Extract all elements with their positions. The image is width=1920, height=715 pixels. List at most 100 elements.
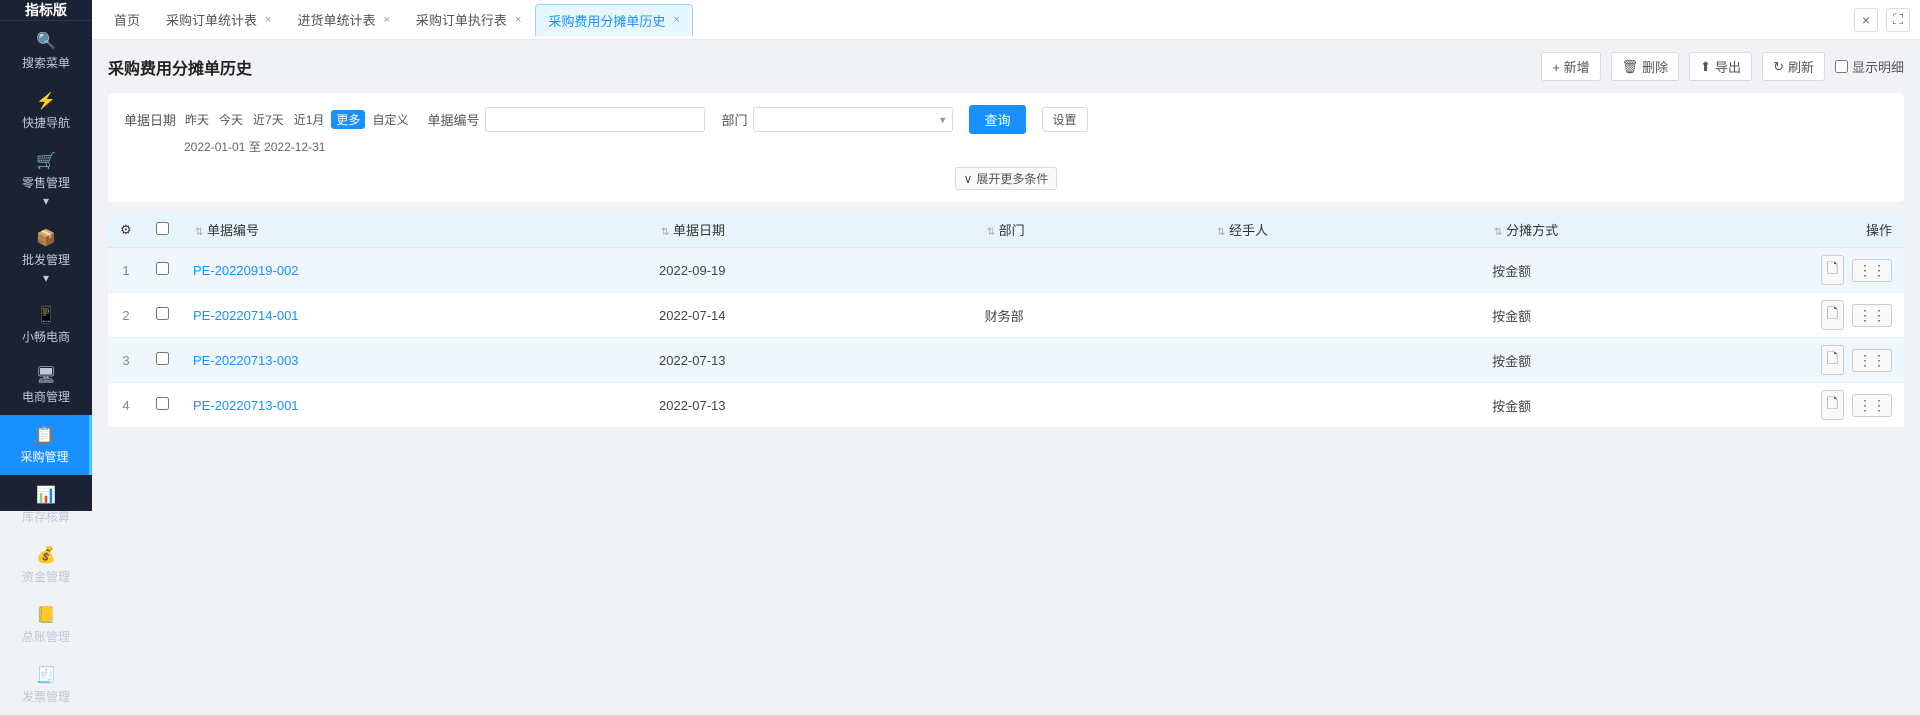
doc-number-input[interactable] [485, 107, 705, 132]
row-split-method: 按金额 [1480, 248, 1804, 293]
date-shortcut-7days[interactable]: 近7天 [250, 110, 287, 129]
tab-close-icon[interactable]: × [383, 14, 389, 26]
sidebar-item-stock[interactable]: 📊 库存核算 [0, 475, 92, 535]
row-handler [1203, 293, 1480, 338]
date-range-value: 2022-01-01 至 2022-12-31 [184, 140, 325, 154]
tab-bar: 首页 采购订单统计表 × 进货单统计表 × 采购订单执行表 × 采购费用分摊单历… [92, 0, 1920, 40]
row-doc-date: 2022-07-13 [647, 338, 973, 383]
tab-close-icon[interactable]: × [673, 14, 679, 26]
date-shortcut-1month[interactable]: 近1月 [291, 110, 328, 129]
doc-number-link[interactable]: PE-20220714-001 [193, 308, 299, 323]
more-actions-button[interactable]: ⋮⋮ [1852, 394, 1892, 417]
sidebar-item-wholesale[interactable]: 📦 批发管理 ▾ [0, 218, 92, 295]
row-select-checkbox[interactable] [156, 262, 169, 275]
row-select-checkbox[interactable] [156, 307, 169, 320]
sidebar-item-label: 小畅电商 [22, 328, 70, 345]
table-header-row: ⚙ ⇅ 单据编号 ⇅ 单据日期 [108, 212, 1904, 248]
delete-button[interactable]: 🗑 删除 [1611, 52, 1680, 81]
gear-icon[interactable]: ⚙ [120, 222, 132, 237]
more-actions-button[interactable]: ⋮⋮ [1852, 304, 1892, 327]
row-seq: 1 [108, 248, 144, 293]
select-all-checkbox[interactable] [156, 222, 169, 235]
export-label: 导出 [1715, 57, 1741, 76]
th-doc-number: ⇅ 单据编号 [181, 212, 647, 248]
table-row: 3 PE-20220713-003 2022-07-13 按金额 🗋 ⋮⋮ [108, 338, 1904, 383]
maximize-window-button[interactable]: ⛶ [1886, 8, 1910, 32]
row-select-checkbox[interactable] [156, 397, 169, 410]
tab-close-icon[interactable]: × [515, 14, 521, 26]
sidebar-item-quick-nav[interactable]: ⚡ 快捷导航 [0, 81, 92, 141]
dept-select[interactable]: 财务部 [753, 107, 953, 132]
filter-doc-number: 单据编号 [427, 107, 705, 132]
sort-icon[interactable]: ⇅ [1494, 227, 1502, 238]
row-handler [1203, 248, 1480, 293]
doc-number-link[interactable]: PE-20220713-003 [193, 353, 299, 368]
tab-close-icon[interactable]: × [265, 14, 271, 26]
row-handler [1203, 338, 1480, 383]
doc-number-label: 单据编号 [427, 110, 479, 129]
settings-button[interactable]: 设置 [1042, 107, 1088, 132]
sort-icon[interactable]: ⇅ [195, 227, 203, 238]
sidebar-item-invoice[interactable]: 🧾 发票管理 [0, 655, 92, 715]
view-doc-button[interactable]: 🗋 [1821, 345, 1844, 375]
sidebar-item-account[interactable]: 📒 总账管理 [0, 595, 92, 655]
view-doc-button[interactable]: 🗋 [1821, 300, 1844, 330]
query-button[interactable]: 查询 [969, 105, 1025, 134]
date-shortcut-yesterday[interactable]: 昨天 [182, 110, 212, 129]
close-window-button[interactable]: × [1854, 8, 1878, 32]
sidebar-item-finance[interactable]: 💰 资金管理 [0, 535, 92, 595]
show-columns-checkbox[interactable] [1835, 60, 1848, 73]
th-split-method: ⇅ 分摊方式 [1480, 212, 1804, 248]
more-actions-button[interactable]: ⋮⋮ [1852, 349, 1892, 372]
row-checkbox [144, 248, 181, 293]
tab-purchase-order-stat[interactable]: 采购订单统计表 × [154, 4, 283, 36]
doc-date-col-label: 单据日期 [673, 223, 725, 238]
row-doc-number: PE-20220919-002 [181, 248, 647, 293]
data-table: ⚙ ⇅ 单据编号 ⇅ 单据日期 [108, 212, 1904, 428]
sidebar-item-label: 批发管理 [22, 251, 70, 268]
sidebar: 指标版 🔍 搜索菜单 ⚡ 快捷导航 🛒 零售管理 ▾ 📦 批发管理 ▾ 📱 小畅… [0, 0, 92, 511]
row-select-checkbox[interactable] [156, 352, 169, 365]
refresh-button[interactable]: ↻ 刷新 [1762, 52, 1825, 81]
add-button[interactable]: + 新增 [1541, 52, 1600, 81]
sidebar-item-search[interactable]: 🔍 搜索菜单 [0, 21, 92, 81]
tab-purchase-cost-history[interactable]: 采购费用分摊单历史 × [535, 4, 692, 36]
view-doc-button[interactable]: 🗋 [1821, 255, 1844, 285]
expand-filter-button[interactable]: ∨ 展开更多条件 [955, 167, 1058, 190]
sidebar-item-purchase[interactable]: 📋 采购管理 [0, 415, 92, 475]
sort-icon[interactable]: ⇅ [661, 227, 669, 238]
sidebar-item-retail[interactable]: 🛒 零售管理 ▾ [0, 141, 92, 218]
sort-icon[interactable]: ⇅ [987, 227, 995, 238]
tab-receive-stat[interactable]: 进货单统计表 × [285, 4, 401, 36]
export-button[interactable]: ⬆ 导出 [1689, 52, 1752, 81]
stock-icon: 📊 [36, 485, 56, 505]
sort-icon[interactable]: ⇅ [1217, 227, 1225, 238]
doc-number-link[interactable]: PE-20220919-002 [193, 263, 299, 278]
filter-row-1: 单据日期 昨天 今天 近7天 近1月 更多 自定义 单据编号 [124, 105, 1888, 134]
row-dept [973, 338, 1203, 383]
more-actions-button[interactable]: ⋮⋮ [1852, 259, 1892, 282]
sidebar-item-label: 总账管理 [22, 628, 70, 645]
sidebar-item-label: 搜索菜单 [22, 54, 70, 71]
date-shortcut-more[interactable]: 更多 [331, 110, 365, 129]
date-shortcut-custom[interactable]: 自定义 [369, 110, 411, 129]
sidebar-item-mini[interactable]: 📱 小畅电商 [0, 295, 92, 355]
doc-number-link[interactable]: PE-20220713-001 [193, 398, 299, 413]
view-doc-button[interactable]: 🗋 [1821, 390, 1844, 420]
tab-purchase-order-exec[interactable]: 采购订单执行表 × [404, 4, 533, 36]
th-dept: ⇅ 部门 [973, 212, 1203, 248]
filter-area: 单据日期 昨天 今天 近7天 近1月 更多 自定义 单据编号 [108, 93, 1904, 202]
sidebar-item-ecom[interactable]: 🖥 电商管理 [0, 355, 92, 415]
sidebar-item-label: 资金管理 [22, 568, 70, 585]
row-seq: 2 [108, 293, 144, 338]
filter-expand-row: ∨ 展开更多条件 [124, 161, 1888, 190]
row-actions: 🗋 ⋮⋮ [1804, 383, 1904, 428]
row-checkbox [144, 338, 181, 383]
date-shortcut-today[interactable]: 今天 [216, 110, 246, 129]
tab-home[interactable]: 首页 [102, 4, 152, 36]
doc-number-col-label: 单据编号 [207, 223, 259, 238]
show-columns-label: 显示明细 [1852, 57, 1904, 76]
wholesale-icon: 📦 [36, 228, 56, 248]
refresh-label: 刷新 [1788, 57, 1814, 76]
sidebar-item-label: 发票管理 [22, 688, 70, 705]
